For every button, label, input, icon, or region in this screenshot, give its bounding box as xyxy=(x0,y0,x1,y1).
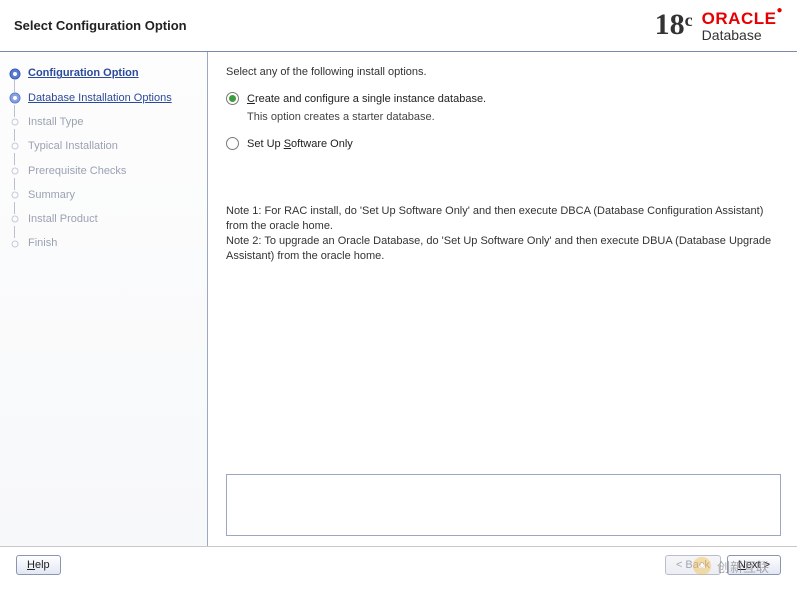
next-button[interactable]: Next > xyxy=(727,555,781,575)
wizard-sidebar: Configuration Option Database Installati… xyxy=(0,52,208,546)
step-typical-installation: Typical Installation xyxy=(6,139,201,153)
step-disabled-icon xyxy=(8,139,22,153)
help-button[interactable]: Help xyxy=(16,555,61,575)
step-current-icon xyxy=(8,67,22,81)
wizard-footer: Help < Back Next > xyxy=(0,546,797,583)
note-2: Note 2: To upgrade an Oracle Database, d… xyxy=(226,234,781,264)
radio-unselected-icon[interactable] xyxy=(226,137,239,150)
option-create-configure-sub: This option creates a starter database. xyxy=(247,111,781,123)
option-create-configure-label: Create and configure a single instance d… xyxy=(247,93,486,105)
step-install-type: Install Type xyxy=(6,115,201,129)
install-prompt: Select any of the following install opti… xyxy=(226,66,781,78)
note-1: Note 1: For RAC install, do 'Set Up Soft… xyxy=(226,204,781,234)
step-disabled-icon xyxy=(8,212,22,226)
step-disabled-icon xyxy=(8,237,22,251)
option-software-only-label: Set Up Software Only xyxy=(247,138,353,150)
install-notes: Note 1: For RAC install, do 'Set Up Soft… xyxy=(226,204,781,263)
option-create-configure[interactable]: Create and configure a single instance d… xyxy=(226,92,781,105)
oracle-logo: 18c ORACLE● Database xyxy=(655,10,783,43)
option-software-only[interactable]: Set Up Software Only xyxy=(226,137,781,150)
back-button: < Back xyxy=(665,555,721,575)
step-disabled-icon xyxy=(8,115,22,129)
page-title: Select Configuration Option xyxy=(14,10,187,33)
messages-area xyxy=(226,474,781,536)
step-configuration-option[interactable]: Configuration Option xyxy=(6,66,201,80)
step-disabled-icon xyxy=(8,164,22,178)
step-prerequisite-checks: Prerequisite Checks xyxy=(6,164,201,178)
step-database-installation-options[interactable]: Database Installation Options xyxy=(6,91,201,105)
radio-selected-icon[interactable] xyxy=(226,92,239,105)
main-content: Select any of the following install opti… xyxy=(208,52,797,546)
step-finish: Finish xyxy=(6,236,201,250)
step-disabled-icon xyxy=(8,188,22,202)
header: Select Configuration Option 18c ORACLE● … xyxy=(0,0,797,52)
step-install-product: Install Product xyxy=(6,212,201,226)
step-pending-icon xyxy=(8,91,22,105)
step-summary: Summary xyxy=(6,188,201,202)
